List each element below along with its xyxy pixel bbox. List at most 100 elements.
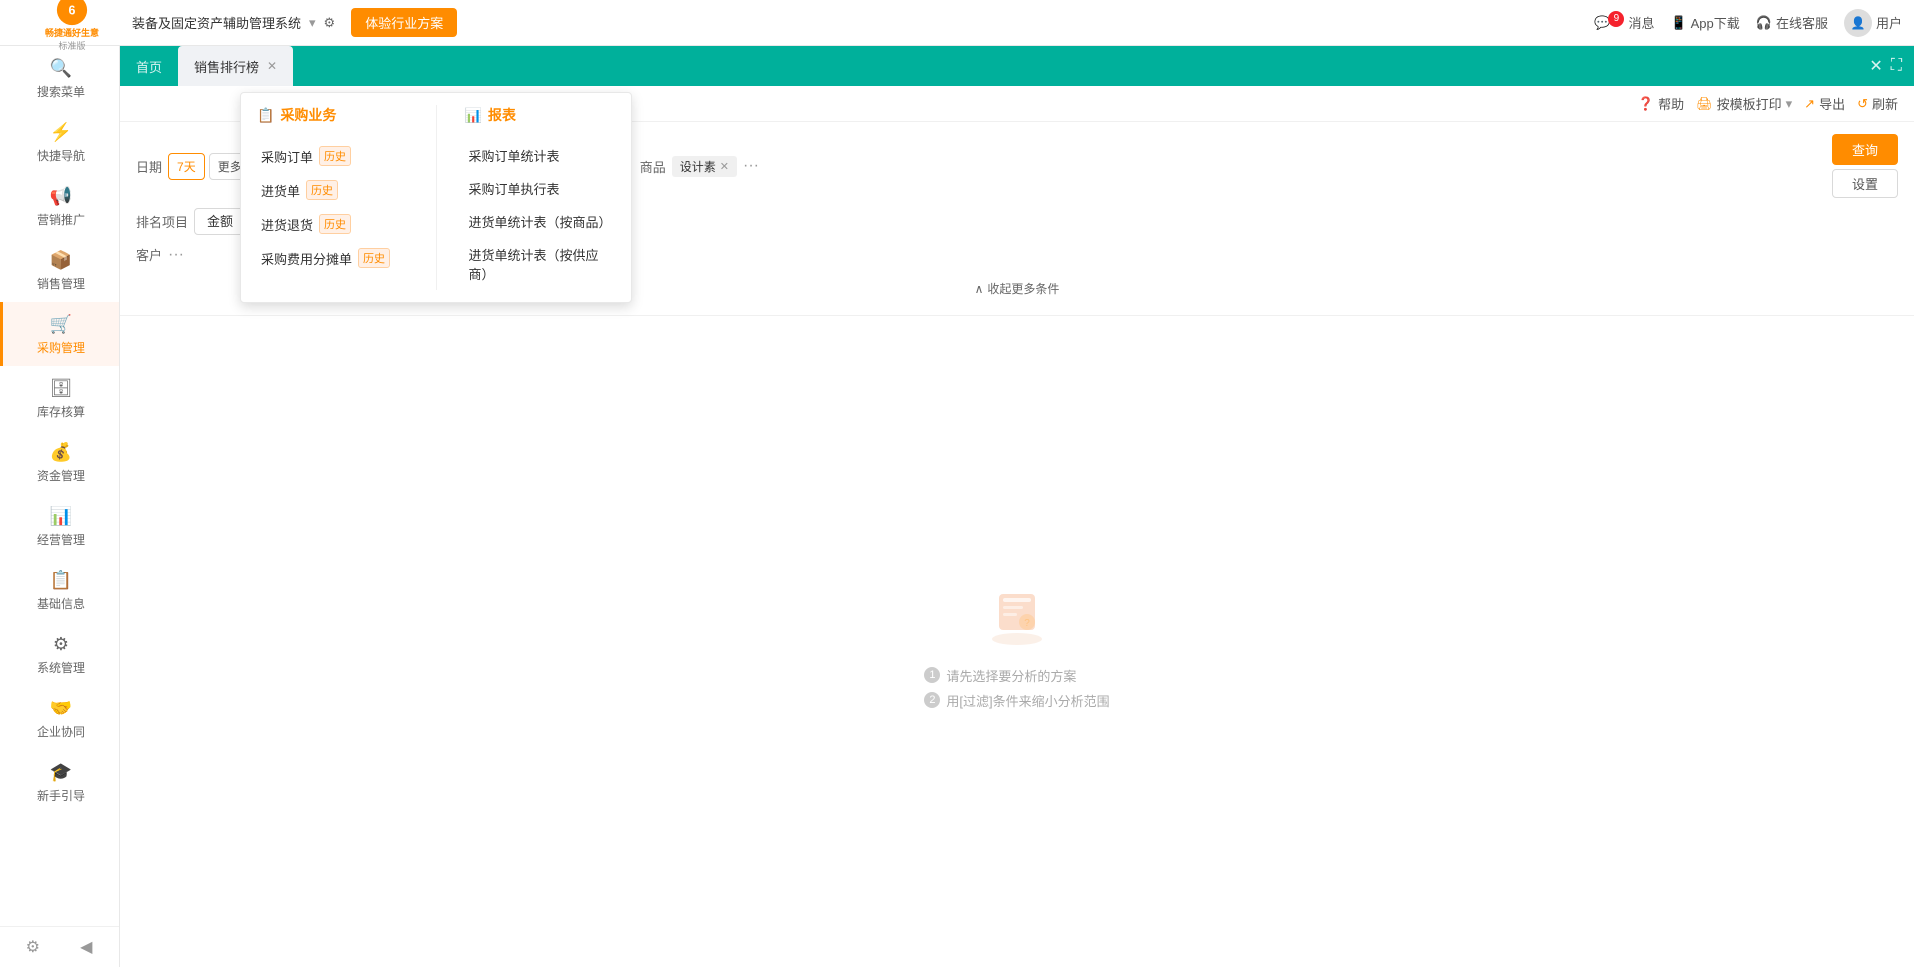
po-exec-label: 采购订单执行表 [469, 179, 560, 198]
sidebar-item-label: 基础信息 [37, 595, 85, 612]
basic-icon: 📋 [50, 570, 72, 591]
customer-filter: 客户 ··· [136, 245, 184, 264]
sidebar-item-sales[interactable]: 📦 销售管理 [0, 238, 119, 302]
customer-more-icon[interactable]: ··· [168, 246, 184, 264]
collapse-chevron-icon: ∧ [975, 282, 984, 296]
sales-icon: 📦 [50, 250, 72, 271]
menu-item-purchase-order[interactable]: 采购订单 历史 [257, 139, 408, 173]
sidebar-item-quick[interactable]: ⚡ 快捷导航 [0, 110, 119, 174]
marketing-icon: 📢 [50, 186, 72, 207]
sidebar-item-marketing[interactable]: 📢 营销推广 [0, 174, 119, 238]
menu-item-inbound-stats-product[interactable]: 进货单统计表（按商品） [465, 205, 616, 238]
purchase-cost-label: 采购费用分摊单 [261, 249, 352, 268]
message-item[interactable]: 💬 9 消息 [1594, 13, 1654, 32]
product-label: 商品 [640, 157, 666, 176]
print-btn[interactable]: 🖨 按模板打印 ▾ [1696, 94, 1792, 113]
product-more-icon[interactable]: ··· [743, 157, 759, 175]
purchase-col: 📋 采购业务 采购订单 历史 进货单 历史 进货退货 历史 采购费用分摊单 [257, 105, 408, 290]
empty-state: ? 1 请先选择要分析的方案 2 用[过滤]条件来缩小分析范围 [120, 316, 1914, 967]
tip1-num: 1 [924, 667, 940, 683]
action-buttons: 查询 设置 [1832, 134, 1898, 198]
date-filter-label: 日期 [136, 157, 162, 176]
help-icon: ❓ [1638, 96, 1654, 112]
tab-close-btn[interactable]: ✕ [1869, 56, 1882, 76]
search-icon: 🔍 [50, 58, 72, 79]
sidebar-item-label: 快捷导航 [37, 147, 85, 164]
inbound-stats-product-label: 进货单统计表（按商品） [469, 212, 612, 231]
tab-home-label: 首页 [136, 57, 162, 76]
operations-icon: 📊 [50, 506, 72, 527]
help-btn[interactable]: ❓ 帮助 [1638, 94, 1684, 113]
menu-item-po-stats[interactable]: 采购订单统计表 [465, 139, 616, 172]
app-download-item[interactable]: 📱 App下载 [1670, 13, 1739, 32]
history-badge: 历史 [319, 146, 351, 166]
system-name-area: 装备及固定资产辅助管理系统 ▾ ⚙ 体验行业方案 [132, 8, 1594, 37]
menu-item-inbound-stats-supplier[interactable]: 进货单统计表（按供应商） [465, 238, 616, 290]
system-dropdown-icon[interactable]: ▾ [309, 15, 316, 31]
report-col-icon: 📊 [465, 107, 482, 124]
settings-button[interactable]: 设置 [1832, 169, 1898, 198]
top-header: 6 畅捷通好生意 标准版 装备及固定资产辅助管理系统 ▾ ⚙ 体验行业方案 💬 … [0, 0, 1914, 46]
sidebar-item-label: 经营管理 [37, 531, 85, 548]
sidebar: 🔍 搜索菜单 ⚡ 快捷导航 📢 营销推广 📦 销售管理 🛒 采购管理 🗄 库存核… [0, 46, 120, 967]
tab-sales-rank-label: 销售排行榜 [194, 57, 259, 76]
dropdown-divider [436, 105, 437, 290]
inbound-label: 进货单 [261, 181, 300, 200]
query-button[interactable]: 查询 [1832, 134, 1898, 165]
user-item[interactable]: 👤 用户 [1844, 9, 1902, 37]
empty-tip-1: 1 请先选择要分析的方案 [924, 666, 1109, 685]
export-btn[interactable]: ↗ 导出 [1804, 94, 1845, 113]
sidebar-settings-btn[interactable]: ⚙ [10, 937, 56, 957]
empty-tip-2: 2 用[过滤]条件来缩小分析范围 [924, 691, 1109, 710]
user-label: 用户 [1876, 13, 1902, 32]
tab-home[interactable]: 首页 [120, 46, 178, 86]
sidebar-item-purchase[interactable]: 🛒 采购管理 [0, 302, 119, 366]
purchase-col-header: 📋 采购业务 [257, 105, 408, 129]
menu-item-po-exec[interactable]: 采购订单执行表 [465, 172, 616, 205]
product-tag-text: 设计素 [680, 158, 716, 175]
inventory-icon: 🗄 [50, 378, 73, 399]
menu-item-inbound-return[interactable]: 进货退货 历史 [257, 207, 408, 241]
rank-item-label: 排名项目 [136, 212, 188, 231]
online-service-label: 在线客服 [1776, 13, 1828, 32]
industry-button[interactable]: 体验行业方案 [351, 8, 457, 37]
tab-close-icon[interactable]: ✕ [267, 59, 277, 73]
logo-main-text: 畅捷通好生意 [45, 26, 99, 39]
sidebar-bottom: ⚙ ◀ [0, 926, 119, 967]
menu-item-inbound[interactable]: 进货单 历史 [257, 173, 408, 207]
sidebar-item-operations[interactable]: 📊 经营管理 [0, 494, 119, 558]
sidebar-collapse-btn[interactable]: ◀ [64, 937, 110, 957]
enterprise-icon: 🤝 [50, 698, 72, 719]
sidebar-item-enterprise[interactable]: 🤝 企业协同 [0, 686, 119, 750]
sidebar-item-search[interactable]: 🔍 搜索菜单 [0, 46, 119, 110]
product-tag-close[interactable]: ✕ [720, 160, 729, 173]
date-preset-7days[interactable]: 7天 [168, 153, 205, 180]
content-area: 首页 销售排行榜 ✕ ✕ ⛶ ❓ 帮助 🖨 按模板打印 [120, 46, 1914, 967]
headset-icon: 🎧 [1756, 15, 1772, 31]
purchase-col-label: 采购业务 [280, 105, 336, 125]
export-label: 导出 [1819, 94, 1845, 113]
help-label: 帮助 [1658, 94, 1684, 113]
logo-area: 6 畅捷通好生意 标准版 [12, 0, 132, 52]
product-tag: 设计素 ✕ [672, 156, 737, 177]
main-layout: 🔍 搜索菜单 ⚡ 快捷导航 📢 营销推广 📦 销售管理 🛒 采购管理 🗄 库存核… [0, 46, 1914, 967]
online-service-item[interactable]: 🎧 在线客服 [1756, 13, 1828, 32]
purchase-order-label: 采购订单 [261, 147, 313, 166]
tab-maximize-btn[interactable]: ⛶ [1891, 57, 1902, 75]
menu-item-purchase-cost[interactable]: 采购费用分摊单 历史 [257, 241, 408, 275]
product-filter: 商品 设计素 ✕ ··· [640, 156, 759, 177]
refresh-btn[interactable]: ↺ 刷新 [1857, 94, 1898, 113]
sidebar-item-inventory[interactable]: 🗄 库存核算 [0, 366, 119, 430]
sidebar-item-label: 搜索菜单 [37, 83, 85, 100]
sidebar-item-guide[interactable]: 🎓 新手引导 [0, 750, 119, 814]
sidebar-item-basic[interactable]: 📋 基础信息 [0, 558, 119, 622]
empty-tips: 1 请先选择要分析的方案 2 用[过滤]条件来缩小分析范围 [924, 666, 1109, 710]
sidebar-item-system[interactable]: ⚙ 系统管理 [0, 622, 119, 686]
message-badge: 9 [1608, 11, 1624, 27]
inbound-stats-supplier-label: 进货单统计表（按供应商） [469, 245, 612, 283]
settings-icon[interactable]: ⚙ [324, 15, 336, 31]
export-icon: ↗ [1804, 96, 1815, 112]
tab-sales-rank[interactable]: 销售排行榜 ✕ [178, 46, 293, 86]
system-icon: ⚙ [53, 634, 69, 655]
sidebar-item-finance[interactable]: 💰 资金管理 [0, 430, 119, 494]
